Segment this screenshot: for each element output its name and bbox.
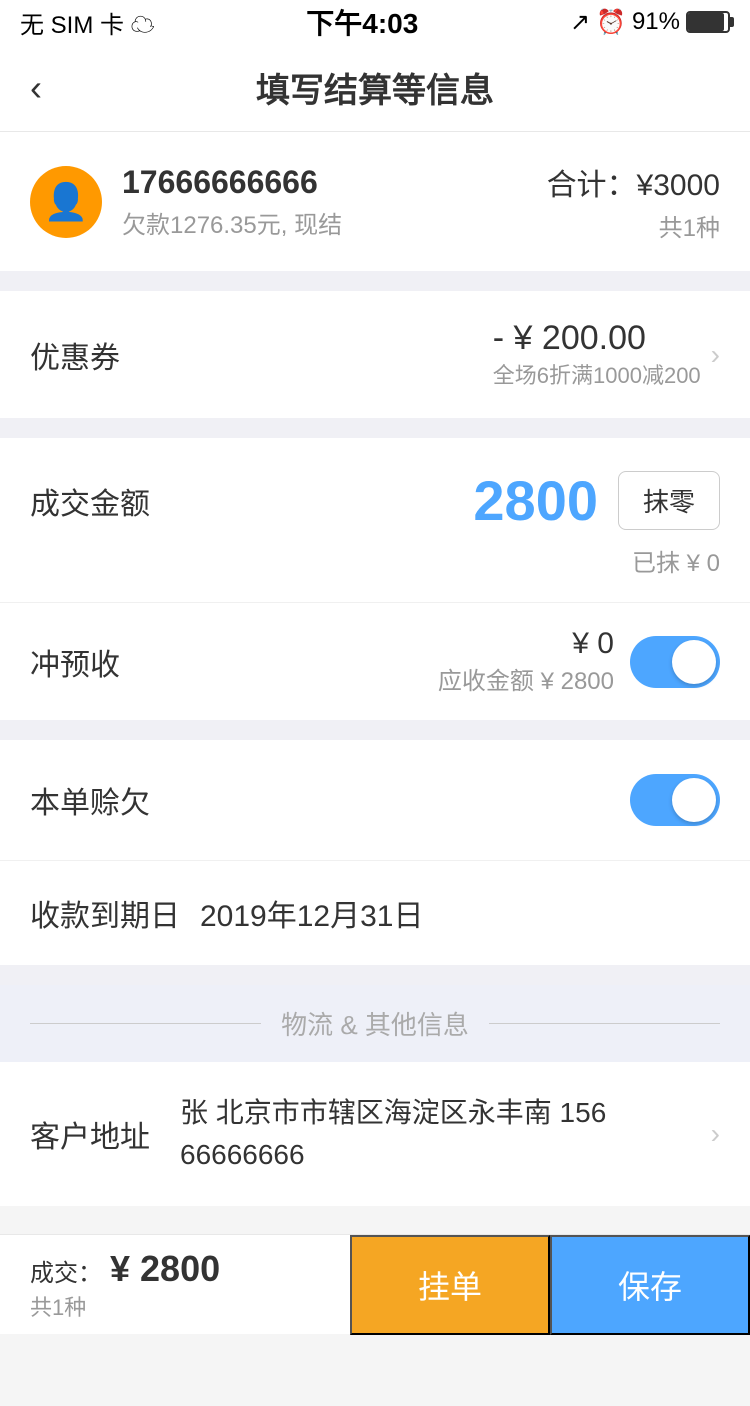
address-value: 张 北京市市辖区海淀区永丰南 156 66666666	[180, 1092, 711, 1176]
customer-debt: 欠款1276.35元, 现结	[122, 205, 342, 240]
page-title: 填写结算等信息	[256, 63, 494, 112]
address-row[interactable]: 客户地址 张 北京市市辖区海淀区永丰南 156 66666666 ›	[0, 1062, 750, 1206]
address-label: 客户地址	[30, 1112, 150, 1156]
rush-toggle[interactable]	[630, 636, 720, 688]
round-button[interactable]: 抹零	[618, 471, 720, 530]
sim-wifi-label: 无 SIM 卡 ☁	[20, 5, 155, 40]
status-bar: 无 SIM 卡 ☁ 下午4:03 ↗ ⏰ 91%	[0, 0, 750, 44]
customer-card: 👤 17666666666 欠款1276.35元, 现结 合计：¥3000 共1…	[0, 132, 750, 271]
divider-2	[0, 418, 750, 438]
customer-total: 合计：¥3000 共1种	[547, 160, 720, 243]
overdue-toggle[interactable]	[630, 774, 720, 826]
duedate-row: 收款到期日 2019年12月31日	[0, 860, 750, 965]
overdue-label: 本单赊欠	[30, 778, 150, 822]
divider-1	[0, 271, 750, 291]
coupon-info: - ¥ 200.00 全场6折满1000减200	[493, 319, 701, 390]
logistics-header: 物流 & 其他信息	[0, 985, 750, 1062]
avatar: 👤	[30, 166, 102, 238]
rush-row: 冲预收 ¥ 0 应收金额 ¥ 2800	[0, 602, 750, 720]
coupon-chevron-icon: ›	[711, 339, 720, 371]
alarm-icon: ⏰	[596, 8, 626, 37]
amount-right: 2800 抹零	[473, 468, 720, 533]
duedate-label: 收款到期日	[30, 891, 180, 935]
toggle-knob	[672, 640, 716, 684]
back-button[interactable]: ‹	[20, 57, 52, 119]
rush-amount: ¥ 0	[438, 627, 614, 661]
battery-icon	[686, 11, 730, 33]
rush-right: ¥ 0 应收金额 ¥ 2800	[438, 627, 720, 696]
total-amount: 合计：¥3000	[547, 160, 720, 204]
status-time: 下午4:03	[306, 2, 418, 42]
rush-info: ¥ 0 应收金额 ¥ 2800	[438, 627, 614, 696]
save-button[interactable]: 保存	[550, 1235, 750, 1335]
coupon-row[interactable]: 优惠券 - ¥ 200.00 全场6折满1000减200 ›	[0, 291, 750, 418]
bottom-deal: 成交： ¥ 2800	[30, 1248, 320, 1290]
total-count: 共1种	[547, 208, 720, 243]
duedate-value: 2019年12月31日	[200, 891, 423, 935]
amount-value: 2800	[473, 468, 598, 533]
customer-info: 17666666666 欠款1276.35元, 现结	[122, 164, 342, 240]
deal-amount: ¥ 2800	[110, 1248, 220, 1290]
deal-label: 成交：	[30, 1253, 102, 1288]
rush-label: 冲预收	[30, 640, 120, 684]
coupon-desc: 全场6折满1000减200	[493, 358, 701, 390]
amount-section: 成交金额 2800 抹零 已抹 ¥ 0 冲预收 ¥ 0 应收金额 ¥ 2800	[0, 438, 750, 720]
overdue-row: 本单赊欠	[0, 740, 750, 860]
customer-phone: 17666666666	[122, 164, 342, 201]
overdue-toggle-knob	[672, 778, 716, 822]
coupon-amount: - ¥ 200.00	[493, 319, 701, 358]
divider-4	[0, 965, 750, 985]
nav-bar: ‹ 填写结算等信息	[0, 44, 750, 132]
bottom-count: 共1种	[30, 1290, 320, 1322]
divider-3	[0, 720, 750, 740]
status-right: ↗ ⏰ 91%	[570, 8, 730, 37]
amount-row: 成交金额 2800 抹零	[0, 438, 750, 543]
coupon-label: 优惠券	[30, 333, 120, 377]
bottom-bar: 成交： ¥ 2800 共1种 挂单 保存	[0, 1234, 750, 1334]
logistics-line-left	[30, 1023, 261, 1024]
amount-label: 成交金额	[30, 479, 150, 523]
battery-label: 91%	[632, 8, 680, 36]
bottom-summary: 成交： ¥ 2800 共1种	[0, 1248, 350, 1322]
location-icon: ↗	[570, 8, 590, 37]
amount-sub: 已抹 ¥ 0	[0, 543, 750, 602]
customer-left: 👤 17666666666 欠款1276.35元, 现结	[30, 164, 342, 240]
coupon-right: - ¥ 200.00 全场6折满1000减200 ›	[493, 319, 720, 390]
logistics-title: 物流 & 其他信息	[281, 1005, 469, 1042]
status-left: 无 SIM 卡 ☁	[20, 5, 155, 40]
address-chevron-icon: ›	[711, 1118, 720, 1150]
battery-fill	[688, 13, 724, 31]
hold-button[interactable]: 挂单	[350, 1235, 550, 1335]
logistics-line-right	[489, 1023, 720, 1024]
rush-sub: 应收金额 ¥ 2800	[438, 661, 614, 696]
